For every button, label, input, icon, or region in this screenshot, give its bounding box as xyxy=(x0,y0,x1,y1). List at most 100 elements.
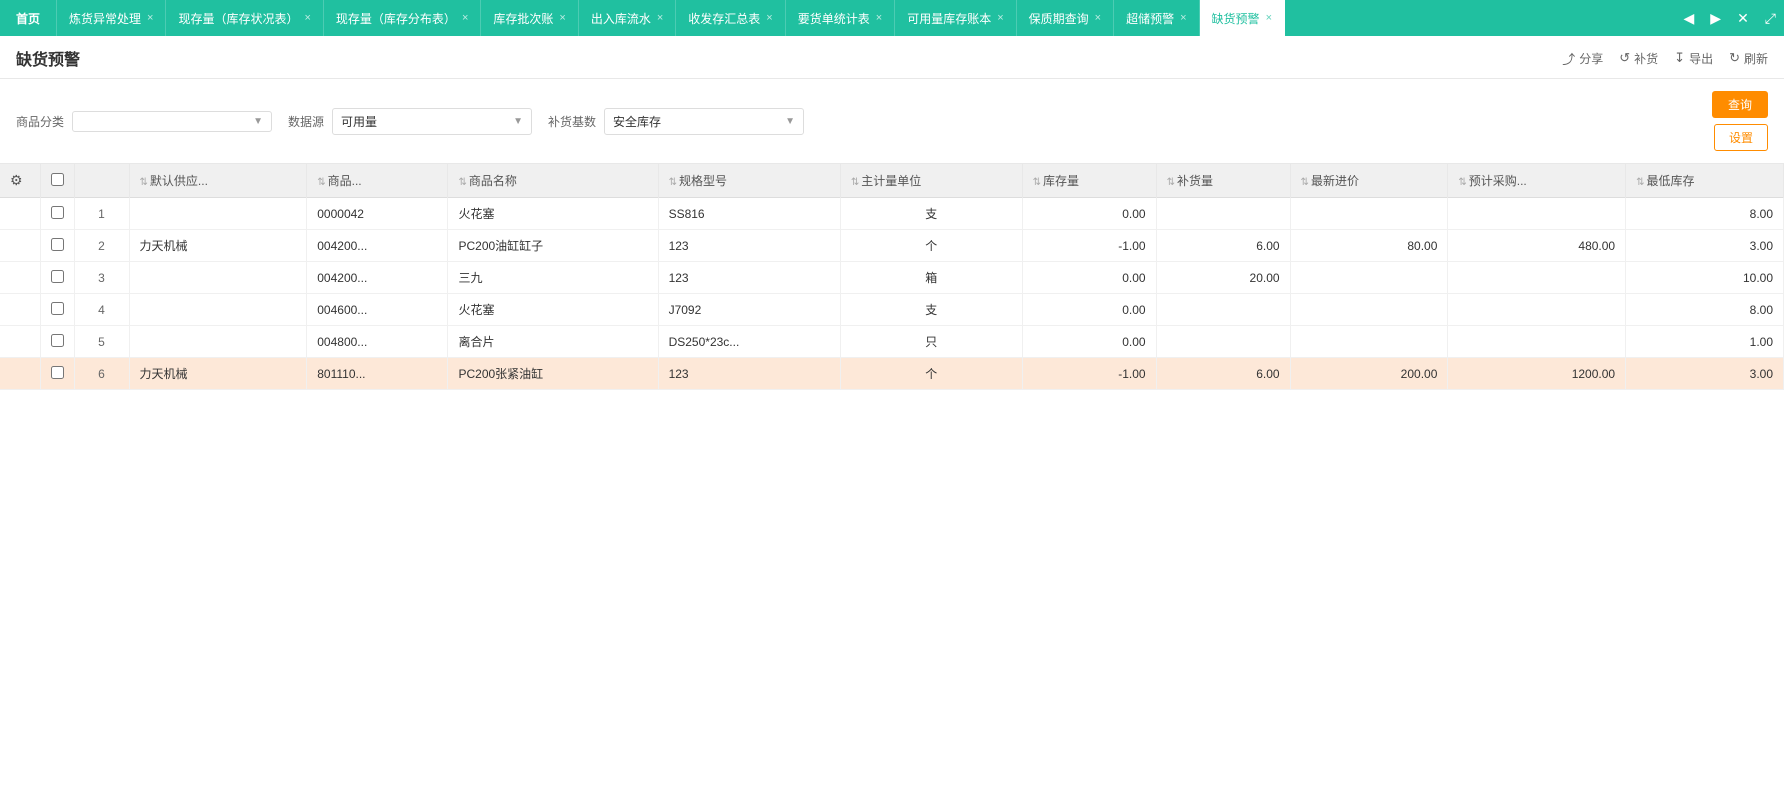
row-checkbox-0[interactable] xyxy=(51,206,64,219)
cell-stock-row5: -1.00 xyxy=(1022,358,1156,390)
action-refresh[interactable]: ↻刷新 xyxy=(1729,50,1768,67)
nav-tab-1[interactable]: 现存量（库存状况表）× xyxy=(166,0,323,36)
cell-check-row3[interactable] xyxy=(40,294,74,326)
cell-spec-row3: J7092 xyxy=(658,294,840,326)
nav-expand-btn[interactable]: ⤢ xyxy=(1757,0,1784,36)
nav-tab-8[interactable]: 保质期查询× xyxy=(1017,0,1114,36)
replenish-basis-arrow-icon: ▼ xyxy=(785,116,795,127)
nav-tab-close-7[interactable]: × xyxy=(997,12,1003,24)
cell-check-row1[interactable] xyxy=(40,230,74,262)
row-checkbox-1[interactable] xyxy=(51,238,64,251)
row-checkbox-3[interactable] xyxy=(51,302,64,315)
cell-spec-row2: 123 xyxy=(658,262,840,294)
nav-close-btn[interactable]: ✕ xyxy=(1729,0,1757,36)
nav-tab-3[interactable]: 库存批次账× xyxy=(481,0,578,36)
nav-tab-close-9[interactable]: × xyxy=(1180,12,1186,24)
action-replenish[interactable]: ↺补货 xyxy=(1619,50,1658,67)
table-container: ⚙⇅默认供应...⇅商品...⇅商品名称⇅规格型号⇅主计量单位⇅库存量⇅补货量⇅… xyxy=(0,164,1784,390)
nav-tab-close-3[interactable]: × xyxy=(559,12,565,24)
datasource-select[interactable]: 可用量 ▼ xyxy=(332,108,532,135)
col-header-unit[interactable]: ⇅主计量单位 xyxy=(840,164,1022,198)
col-label-min_stock: 最低库存 xyxy=(1646,174,1694,188)
nav-tab-label-2: 现存量（库存分布表） xyxy=(336,10,456,27)
col-header-default_supplier[interactable]: ⇅默认供应... xyxy=(129,164,307,198)
nav-tab-close-2[interactable]: × xyxy=(462,12,468,24)
cell-check-row0[interactable] xyxy=(40,198,74,230)
category-select[interactable]: ▼ xyxy=(72,111,272,132)
nav-tab-4[interactable]: 出入库流水× xyxy=(579,0,676,36)
nav-tab-close-8[interactable]: × xyxy=(1095,12,1101,24)
replenish-basis-select[interactable]: 安全库存 ▼ xyxy=(604,108,804,135)
nav-tab-close-6[interactable]: × xyxy=(876,12,882,24)
cell-unit-row0: 支 xyxy=(840,198,1022,230)
nav-tab-close-10[interactable]: × xyxy=(1266,12,1272,24)
gear-icon[interactable]: ⚙ xyxy=(10,172,23,188)
cell-check-row4[interactable] xyxy=(40,326,74,358)
cell-default_supplier-row4 xyxy=(129,326,307,358)
row-checkbox-4[interactable] xyxy=(51,334,64,347)
cell-min_stock-row3: 8.00 xyxy=(1626,294,1784,326)
col-label-replenish: 补货量 xyxy=(1177,174,1213,188)
nav-tab-9[interactable]: 超储预警 × xyxy=(1114,0,1199,36)
cell-product_name-row3: 火花塞 xyxy=(448,294,658,326)
nav-tab-2[interactable]: 现存量（库存分布表） × xyxy=(324,0,481,36)
nav-tab-0[interactable]: 炼货异常处理 × xyxy=(57,0,166,36)
nav-next-btn[interactable]: ▶ xyxy=(1702,0,1729,36)
cell-default_supplier-row5: 力天机械 xyxy=(129,358,307,390)
nav-tab-close-1[interactable]: × xyxy=(304,12,310,24)
cell-gear-row3 xyxy=(0,294,40,326)
col-header-product_code[interactable]: ⇅商品... xyxy=(307,164,448,198)
col-header-check xyxy=(40,164,74,198)
cell-spec-row0: SS816 xyxy=(658,198,840,230)
page-title: 缺货预警 xyxy=(16,46,80,70)
col-header-latest_price[interactable]: ⇅最新进价 xyxy=(1290,164,1448,198)
main-content: 缺货预警 ⤴分享↺补货↧导出↻刷新 商品分类 ▼ 数据源 可用量 ▼ 补货基数 … xyxy=(0,36,1784,796)
cell-product_code-row4: 004800... xyxy=(307,326,448,358)
cell-unit-row4: 只 xyxy=(840,326,1022,358)
col-header-min_stock[interactable]: ⇅最低库存 xyxy=(1626,164,1784,198)
nav-tab-label-9: 超储预警 xyxy=(1126,10,1174,27)
nav-tab-label-6: 要货单统计表 xyxy=(798,10,870,27)
nav-tab-home[interactable]: 首页 xyxy=(0,0,57,36)
row-checkbox-5[interactable] xyxy=(51,366,64,379)
nav-prev-btn[interactable]: ◀ xyxy=(1676,0,1703,36)
action-label-3: 刷新 xyxy=(1744,50,1768,67)
nav-tab-6[interactable]: 要货单统计表 × xyxy=(786,0,895,36)
action-share[interactable]: ⤴分享 xyxy=(1562,49,1603,68)
cell-est_purchase-row3 xyxy=(1448,294,1626,326)
nav-tab-close-0[interactable]: × xyxy=(147,12,153,24)
category-filter-group: 商品分类 ▼ xyxy=(16,111,272,132)
cell-product_name-row1: PC200油缸缸子 xyxy=(448,230,658,262)
action-export[interactable]: ↧导出 xyxy=(1674,50,1713,67)
nav-tab-10[interactable]: 缺货预警× xyxy=(1200,0,1285,36)
cell-latest_price-row5: 200.00 xyxy=(1290,358,1448,390)
query-button[interactable]: 查询 xyxy=(1712,91,1768,118)
row-checkbox-2[interactable] xyxy=(51,270,64,283)
nav-tab-7[interactable]: 可用量库存账本× xyxy=(895,0,1016,36)
col-header-stock[interactable]: ⇅库存量 xyxy=(1022,164,1156,198)
nav-tab-label-5: 收发存汇总表 xyxy=(688,10,760,27)
col-header-product_name[interactable]: ⇅商品名称 xyxy=(448,164,658,198)
col-header-spec[interactable]: ⇅规格型号 xyxy=(658,164,840,198)
col-header-est_purchase[interactable]: ⇅预计采购... xyxy=(1448,164,1626,198)
datasource-label: 数据源 xyxy=(288,113,324,130)
nav-tab-close-4[interactable]: × xyxy=(657,12,663,24)
nav-tab-5[interactable]: 收发存汇总表 × xyxy=(676,0,785,36)
cell-min_stock-row1: 3.00 xyxy=(1626,230,1784,262)
cell-check-row2[interactable] xyxy=(40,262,74,294)
nav-tab-close-5[interactable]: × xyxy=(766,12,772,24)
col-label-spec: 规格型号 xyxy=(679,174,727,188)
col-header-replenish[interactable]: ⇅补货量 xyxy=(1156,164,1290,198)
category-label: 商品分类 xyxy=(16,113,64,130)
cell-check-row5[interactable] xyxy=(40,358,74,390)
cell-product_name-row2: 三九 xyxy=(448,262,658,294)
datasource-value: 可用量 xyxy=(341,113,377,130)
nav-tab-label-0: 炼货异常处理 xyxy=(69,10,141,27)
sort-icon-min_stock: ⇅ xyxy=(1636,177,1644,188)
sort-icon-product_code: ⇅ xyxy=(317,177,325,188)
table-row: 6力天机械801110...PC200张紧油缸123个-1.006.00200.… xyxy=(0,358,1784,390)
cell-no-row5: 6 xyxy=(74,358,129,390)
settings-button[interactable]: 设置 xyxy=(1714,124,1768,151)
action-label-0: 分享 xyxy=(1579,50,1603,67)
select-all-checkbox[interactable] xyxy=(51,173,64,186)
